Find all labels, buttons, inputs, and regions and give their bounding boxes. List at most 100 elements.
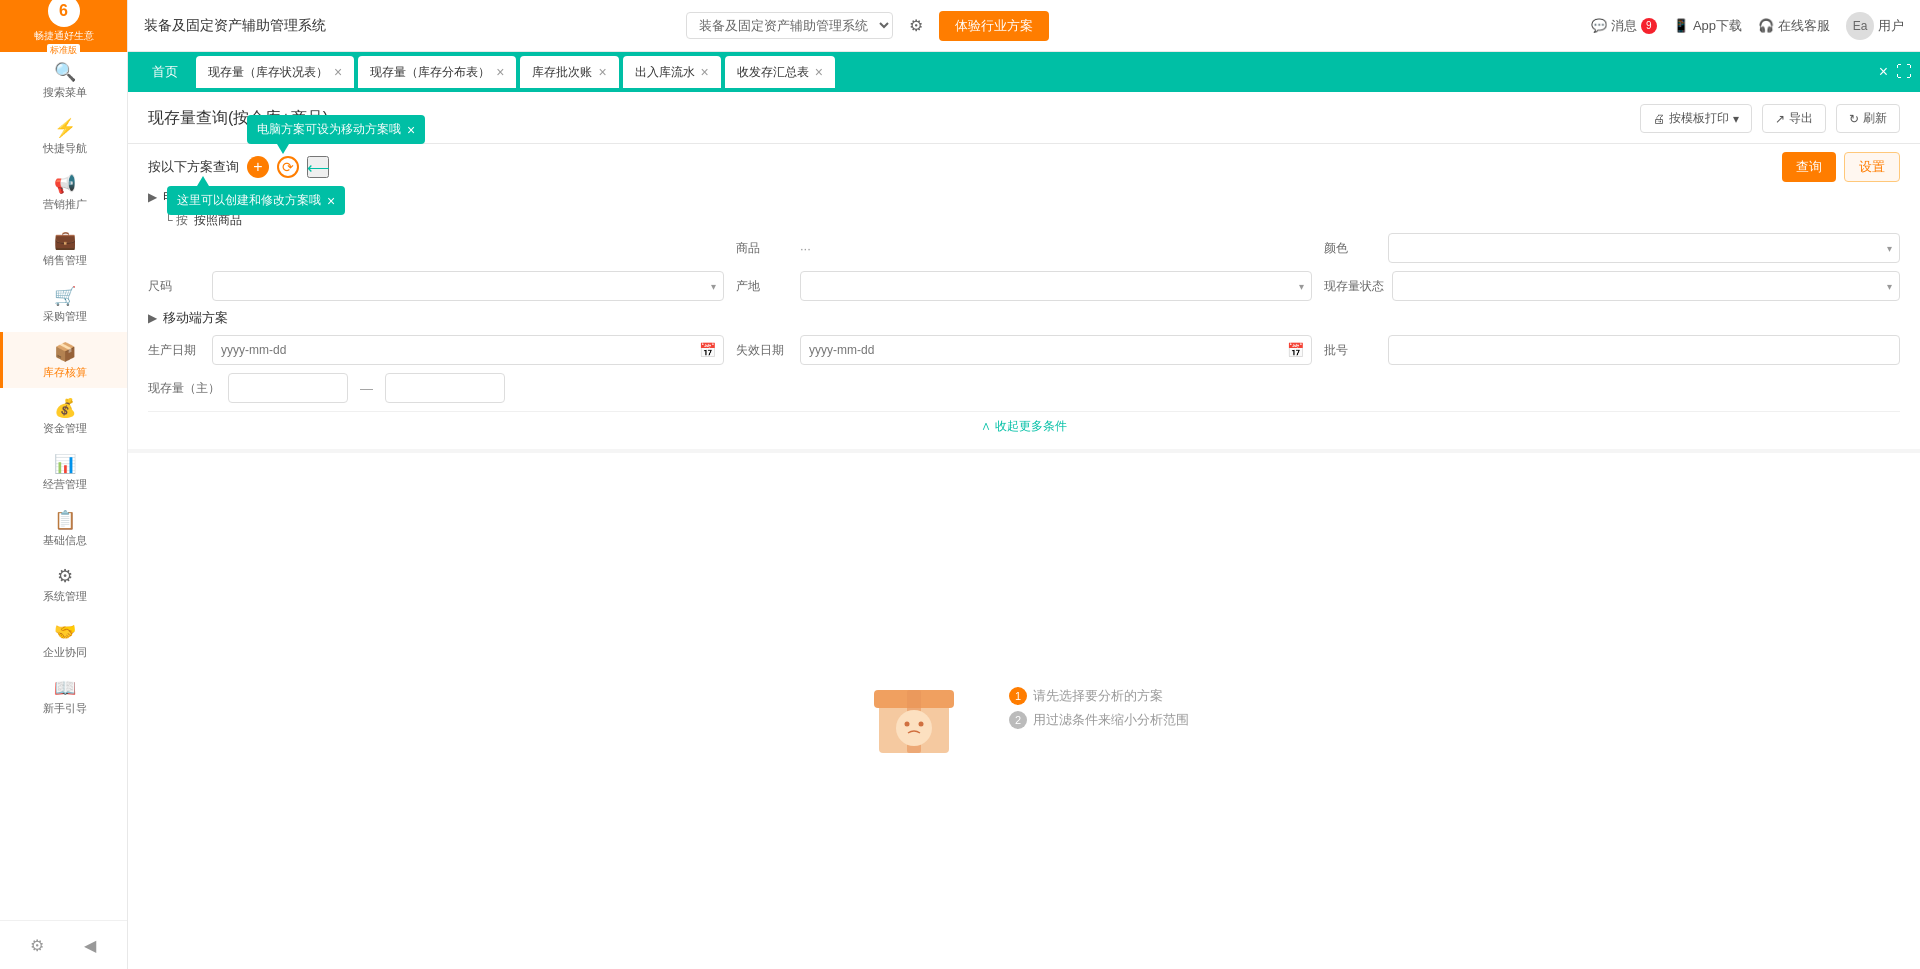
app-logo-icon: 6: [48, 0, 80, 27]
refresh-icon: ↻: [1849, 112, 1859, 126]
production-date-label: 生产日期: [148, 342, 204, 359]
tab-summary-close[interactable]: ×: [815, 64, 823, 80]
origin-select[interactable]: [800, 271, 1312, 301]
filter-row-2: 尺码 ▾ 产地 ▾ 现存量状态: [148, 271, 1900, 301]
filter-add-button[interactable]: +: [247, 156, 269, 178]
tab-close-all-icon[interactable]: ×: [1879, 63, 1888, 81]
industry-plan-button[interactable]: 体验行业方案: [939, 11, 1049, 41]
sidebar-item-search[interactable]: 🔍 搜索菜单: [0, 52, 127, 108]
size-select[interactable]: [212, 271, 724, 301]
empty-box-svg: [859, 648, 969, 758]
tab-expand-icon[interactable]: ⛶: [1896, 63, 1912, 81]
user-avatar: Ea: [1846, 12, 1874, 40]
sidebar-item-quicknav[interactable]: ⚡ 快捷导航: [0, 108, 127, 164]
sidebar-item-finance[interactable]: 💰 资金管理: [0, 388, 127, 444]
tab-inventory-distribution-close[interactable]: ×: [496, 64, 504, 80]
tab-inventory-status[interactable]: 现存量（库存状况表） ×: [196, 56, 354, 88]
tab-inout-flow-close[interactable]: ×: [701, 64, 709, 80]
tab-home[interactable]: 首页: [136, 52, 194, 92]
sidebar-item-sales[interactable]: 💼 销售管理: [0, 220, 127, 276]
refresh-button[interactable]: ↻ 刷新: [1836, 104, 1900, 133]
filter-field-warehouse: [148, 233, 724, 263]
finance-icon: 💰: [54, 397, 76, 419]
tab-batch-ledger[interactable]: 库存批次账 ×: [520, 56, 618, 88]
sidebar-settings-btn[interactable]: ⚙: [23, 931, 51, 959]
filter-header: 按以下方案查询 + ⟳ 电脑方案可设为移动方案哦 × ⟵: [148, 156, 1900, 178]
sidebar-item-basic-info[interactable]: 📋 基础信息: [0, 500, 127, 556]
filter-edit-button[interactable]: ⟳: [277, 156, 299, 178]
system-name: 装备及固定资产辅助管理系统: [144, 17, 686, 35]
brand-name: 畅捷通好生意: [34, 29, 94, 43]
status-select-wrap: ▾: [1392, 271, 1900, 301]
app-download-icon: 📱: [1673, 18, 1689, 33]
sidebar-item-guide[interactable]: 📖 新手引导: [0, 668, 127, 724]
tab-summary[interactable]: 收发存汇总表 ×: [725, 56, 835, 88]
message-btn[interactable]: 💬 消息 9: [1591, 17, 1657, 35]
enterprise-icon: 🤝: [54, 621, 76, 643]
tooltip-scheme-close[interactable]: ×: [407, 122, 415, 138]
app-download-btn[interactable]: 📱 App下载: [1673, 17, 1742, 35]
reset-button[interactable]: 设置: [1844, 152, 1900, 182]
filter-label: 按以下方案查询: [148, 158, 239, 176]
filter-arrow-button[interactable]: ⟵: [307, 156, 329, 178]
sidebar-logo: 6 畅捷通好生意 标准版: [0, 0, 127, 52]
sidebar-collapse-btn[interactable]: ◀: [76, 931, 104, 959]
print-template-button[interactable]: 🖨 按模板打印 ▾: [1640, 104, 1752, 133]
page-header-actions: 🖨 按模板打印 ▾ ↗ 导出 ↻ 刷新: [1640, 104, 1900, 133]
filter-field-product: 商品 ···: [736, 233, 1312, 263]
tab-inventory-distribution[interactable]: 现存量（库存分布表） ×: [358, 56, 516, 88]
expiry-date-start[interactable]: [800, 335, 1312, 365]
sidebar-nav: 🔍 搜索菜单 ⚡ 快捷导航 📢 营销推广 💼 销售管理 🛒 采购管理 📦 库存核…: [0, 52, 127, 920]
message-badge: 9: [1641, 18, 1657, 34]
message-icon: 💬: [1591, 18, 1607, 33]
color-select[interactable]: [1388, 233, 1900, 263]
tooltip-scheme-text: 电脑方案可设为移动方案哦: [257, 121, 401, 138]
tooltip-create-close[interactable]: ×: [327, 193, 335, 209]
sidebar-item-purchase[interactable]: 🛒 采购管理: [0, 276, 127, 332]
operations-icon: 📊: [54, 453, 76, 475]
batch-label: 批号: [1324, 342, 1380, 359]
search-button[interactable]: 查询: [1782, 152, 1836, 182]
header-settings-icon[interactable]: ⚙: [909, 16, 923, 35]
collapse-up-icon: ∧: [981, 419, 991, 433]
sidebar: 6 畅捷通好生意 标准版 🔍 搜索菜单 ⚡ 快捷导航 📢 营销推广 💼 销售管理…: [0, 0, 128, 969]
sidebar-item-inventory-label: 库存核算: [43, 365, 87, 380]
tab-inout-flow[interactable]: 出入库流水 ×: [623, 56, 721, 88]
sidebar-item-inventory[interactable]: 📦 库存核算: [0, 332, 127, 388]
main-content: 装备及固定资产辅助管理系统 装备及固定资产辅助管理系统 ⚙ 体验行业方案 💬 消…: [128, 0, 1920, 969]
user-area[interactable]: Ea 用户: [1846, 12, 1904, 40]
production-date-start[interactable]: [212, 335, 724, 365]
header-right: 💬 消息 9 📱 App下载 🎧 在线客服 Ea 用户: [1591, 12, 1904, 40]
stock-qty-min[interactable]: [228, 373, 348, 403]
empty-state: 1 请先选择要分析的方案 2 用过滤条件来缩小分析范围: [128, 453, 1920, 969]
system-selector[interactable]: 装备及固定资产辅助管理系统: [686, 12, 893, 39]
empty-steps-list: 1 请先选择要分析的方案 2 用过滤条件来缩小分析范围: [1009, 687, 1189, 735]
filter-field-status: 现存量状态 ▾: [1324, 271, 1900, 301]
size-select-wrap: ▾: [212, 271, 724, 301]
expiry-date-label: 失效日期: [736, 342, 792, 359]
tab-inventory-status-close[interactable]: ×: [334, 64, 342, 80]
scheme-mobile-arrow[interactable]: ▶: [148, 311, 157, 325]
sidebar-item-marketing[interactable]: 📢 营销推广: [0, 164, 127, 220]
filter-area: 按以下方案查询 + ⟳ 电脑方案可设为移动方案哦 × ⟵: [128, 144, 1920, 449]
tab-inout-flow-label: 出入库流水: [635, 64, 695, 81]
scheme-mobile-label[interactable]: 移动端方案: [163, 309, 228, 327]
svg-point-5: [919, 722, 924, 727]
origin-select-wrap: ▾: [800, 271, 1312, 301]
sidebar-item-operations[interactable]: 📊 经营管理: [0, 444, 127, 500]
collapse-more-btn[interactable]: ∧ 收起更多条件: [148, 411, 1900, 441]
online-service-btn[interactable]: 🎧 在线客服: [1758, 17, 1830, 35]
refresh-label: 刷新: [1863, 110, 1887, 127]
export-button[interactable]: ↗ 导出: [1762, 104, 1826, 133]
batch-input[interactable]: [1388, 335, 1900, 365]
filter-row-top: 商品 ··· 颜色 ▾: [148, 233, 1900, 263]
filter-field-production-date: 生产日期 📅: [148, 335, 724, 365]
tab-inventory-status-label: 现存量（库存状况表）: [208, 64, 328, 81]
sidebar-item-system[interactable]: ⚙ 系统管理: [0, 556, 127, 612]
tab-batch-ledger-close[interactable]: ×: [598, 64, 606, 80]
scheme-desktop-arrow[interactable]: ▶: [148, 190, 157, 204]
stock-qty-max[interactable]: [385, 373, 505, 403]
product-dots[interactable]: ···: [800, 241, 811, 256]
status-select[interactable]: [1392, 271, 1900, 301]
sidebar-item-enterprise[interactable]: 🤝 企业协同: [0, 612, 127, 668]
